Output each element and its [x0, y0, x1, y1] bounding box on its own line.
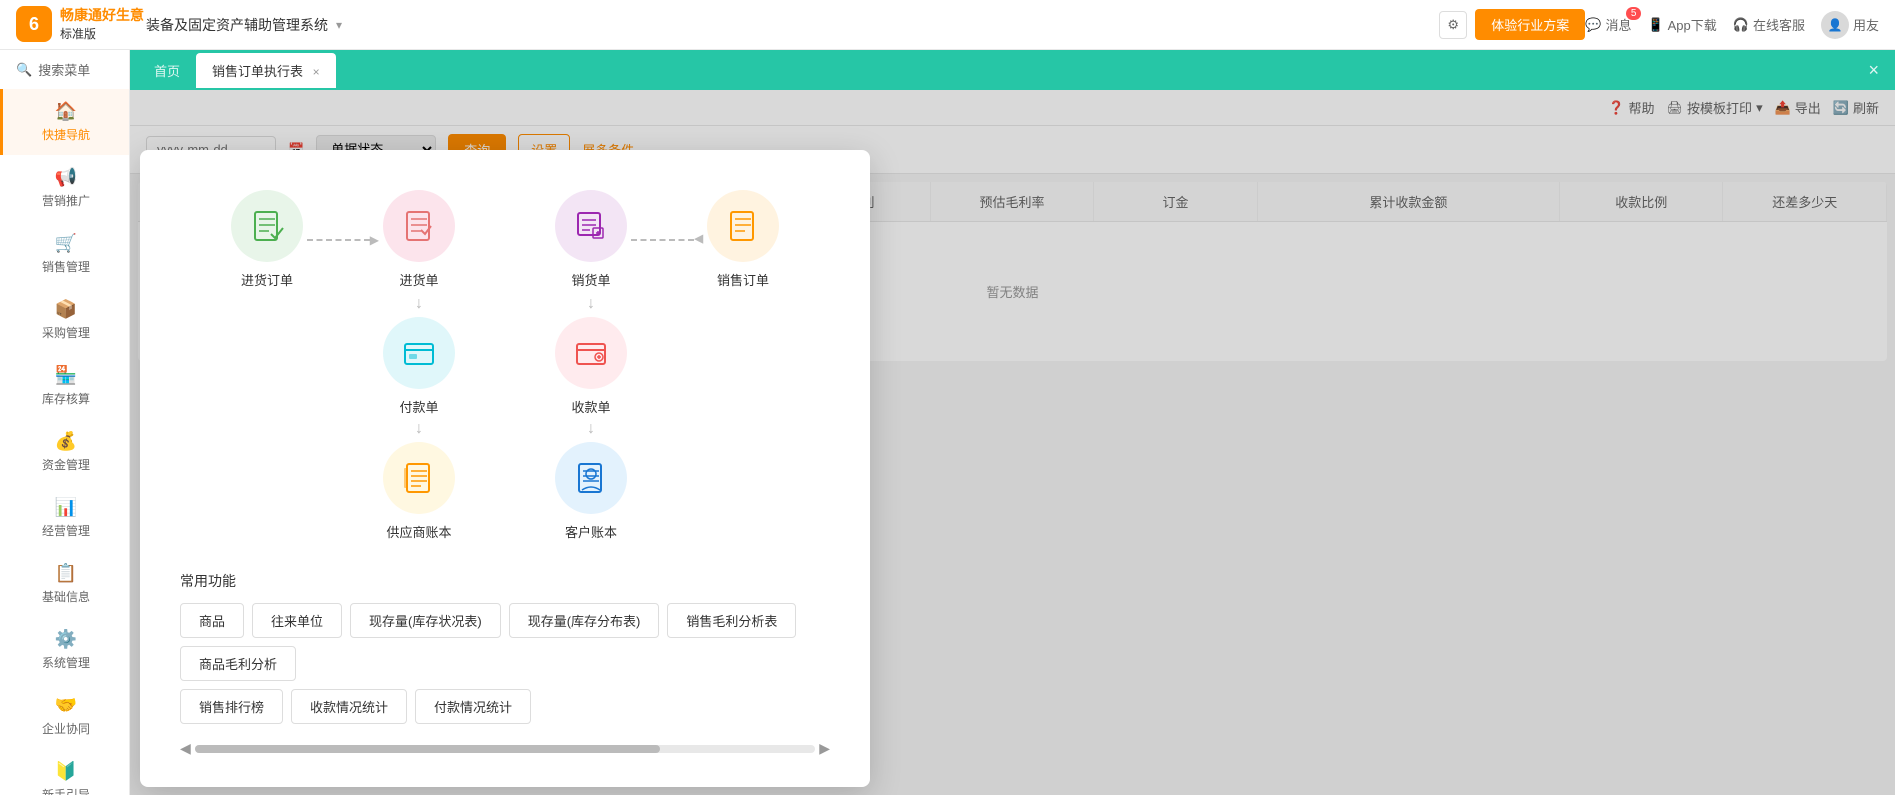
flow-node-payment[interactable]: 付款单 — [383, 317, 455, 416]
logo-icon: 6 — [16, 6, 52, 42]
func-btn-product-profit[interactable]: 商品毛利分析 — [180, 646, 296, 681]
supplier-ledger-icon — [383, 442, 455, 514]
common-functions: 常用功能 商品 往来单位 现存量(库存状况表) 现存量(库存分布表) 销售毛利分… — [180, 571, 830, 724]
flow-node-receipt[interactable]: 收款单 — [555, 317, 627, 416]
app-download-button[interactable]: 📱 App下载 — [1647, 15, 1716, 34]
func-btn-receipt-stats[interactable]: 收款情况统计 — [291, 689, 407, 724]
message-button[interactable]: 💬 消息 5 — [1585, 15, 1631, 34]
finance-icon: 💰 — [55, 431, 77, 452]
func-btn-partner[interactable]: 往来单位 — [252, 603, 342, 638]
sidebar-item-enterprise[interactable]: 🤝 企业协同 — [0, 683, 129, 749]
tab-bar: 首页 销售订单执行表 × × — [130, 50, 1895, 90]
sidebar-item-marketing[interactable]: 📢 营销推广 — [0, 155, 129, 221]
user-menu[interactable]: 👤 用友 — [1821, 11, 1879, 39]
arrow-purchase-order-to-purchase: ▶ — [303, 233, 383, 247]
marketing-icon: 📢 — [55, 167, 77, 188]
tab-close-icon[interactable]: × — [313, 65, 320, 79]
trial-button[interactable]: 体验行业方案 — [1475, 9, 1585, 40]
modal-box: 进货订单 ▶ — [140, 150, 870, 787]
arrow-sales-order-to-sales: ▶ — [627, 233, 707, 247]
sales-order-icon — [707, 190, 779, 262]
sidebar-item-inventory[interactable]: 🏪 库存核算 — [0, 353, 129, 419]
gear-button[interactable]: ⚙ — [1439, 11, 1467, 39]
modal-scrollbar-area: ◀ ▶ — [180, 740, 830, 757]
sidebar-item-purchase[interactable]: 📦 采购管理 — [0, 287, 129, 353]
main-layout: 🔍 搜索菜单 🏠 快捷导航 📢 营销推广 🛒 销售管理 📦 采购管理 🏪 — [0, 50, 1895, 795]
arrow-sales-down: ↓ — [555, 295, 627, 313]
func-btn-stock-status[interactable]: 现存量(库存状况表) — [350, 603, 501, 638]
service-icon: 🎧 — [1733, 17, 1749, 33]
avatar: 👤 — [1821, 11, 1849, 39]
inventory-icon: 🏪 — [55, 365, 77, 386]
close-all-tabs-button[interactable]: × — [1860, 60, 1887, 81]
flow-node-sales-order[interactable]: 销售订单 — [707, 190, 779, 289]
flow-diagram: 进货订单 ▶ — [180, 180, 830, 561]
sidebar-item-sales[interactable]: 🛒 销售管理 — [0, 221, 129, 287]
flow-node-purchase[interactable]: 进货单 — [383, 190, 455, 289]
basic-info-icon: 📋 — [55, 563, 77, 584]
payment-icon — [383, 317, 455, 389]
func-btn-stock-dist[interactable]: 现存量(库存分布表) — [509, 603, 660, 638]
sidebar-item-quick-nav[interactable]: 🏠 快捷导航 — [0, 89, 129, 155]
sidebar-item-finance[interactable]: 💰 资金管理 — [0, 419, 129, 485]
flow-node-sales[interactable]: 销货单 — [555, 190, 627, 289]
search-menu-button[interactable]: 🔍 搜索菜单 — [0, 50, 129, 89]
func-btn-sales-rank[interactable]: 销售排行榜 — [180, 689, 283, 724]
message-icon: 💬 — [1585, 17, 1601, 33]
system-icon: ⚙️ — [55, 629, 77, 650]
func-btn-payment-stats[interactable]: 付款情况统计 — [415, 689, 531, 724]
logo-area: 6 畅康通好生意 标准版 — [16, 6, 146, 42]
enterprise-icon: 🤝 — [55, 695, 77, 716]
sidebar-item-guide[interactable]: 🔰 新手引导 — [0, 749, 129, 795]
scroll-right-btn[interactable]: ▶ — [819, 740, 830, 757]
tab-home[interactable]: 首页 — [138, 53, 196, 88]
scrollbar-thumb[interactable] — [195, 745, 660, 753]
operations-icon: 📊 — [55, 497, 77, 518]
modal-overlay[interactable]: 进货订单 ▶ — [130, 90, 1895, 795]
arrow-payment-down: ↓ — [383, 420, 455, 438]
top-actions: 💬 消息 5 📱 App下载 🎧 在线客服 👤 用友 — [1585, 11, 1879, 39]
search-icon: 🔍 — [16, 62, 32, 78]
system-title: 装备及固定资产辅助管理系统 ▾ — [146, 15, 1439, 35]
arrow-receipt-down: ↓ — [555, 420, 627, 438]
top-bar: 6 畅康通好生意 标准版 装备及固定资产辅助管理系统 ▾ ⚙ 体验行业方案 💬 … — [0, 0, 1895, 50]
page-content: ❓ 帮助 🖨 按模板打印 ▾ 📤 导出 🔄 刷新 — [130, 90, 1895, 795]
func-btn-product[interactable]: 商品 — [180, 603, 244, 638]
arrow-purchase-down: ↓ — [383, 295, 455, 313]
flow-node-supplier-ledger[interactable]: 供应商账本 — [383, 442, 455, 541]
dropdown-arrow-icon[interactable]: ▾ — [336, 18, 342, 32]
sales-icon: 🛒 — [55, 233, 77, 254]
receipt-icon — [555, 317, 627, 389]
purchase-icon — [383, 190, 455, 262]
sales-icon — [555, 190, 627, 262]
common-funcs-title: 常用功能 — [180, 571, 830, 591]
message-badge: 5 — [1626, 7, 1642, 20]
func-buttons-row2: 销售排行榜 收款情况统计 付款情况统计 — [180, 689, 830, 724]
logo-text: 畅康通好生意 标准版 — [60, 6, 144, 42]
guide-icon: 🔰 — [55, 761, 77, 782]
sidebar: 🔍 搜索菜单 🏠 快捷导航 📢 营销推广 🛒 销售管理 📦 采购管理 🏪 — [0, 50, 130, 795]
online-service-button[interactable]: 🎧 在线客服 — [1733, 15, 1805, 34]
sidebar-item-operations[interactable]: 📊 经营管理 — [0, 485, 129, 551]
sidebar-item-basic-info[interactable]: 📋 基础信息 — [0, 551, 129, 617]
purchase-order-icon — [231, 190, 303, 262]
func-buttons-row1: 商品 往来单位 现存量(库存状况表) 现存量(库存分布表) 销售毛利分析表 商品… — [180, 603, 830, 681]
sidebar-item-system[interactable]: ⚙️ 系统管理 — [0, 617, 129, 683]
scroll-left-btn[interactable]: ◀ — [180, 740, 191, 757]
tab-sales-order[interactable]: 销售订单执行表 × — [196, 53, 336, 88]
customer-ledger-icon — [555, 442, 627, 514]
home-icon: 🏠 — [55, 101, 77, 122]
download-icon: 📱 — [1647, 17, 1663, 33]
purchase-icon: 📦 — [55, 299, 77, 320]
flow-node-customer-ledger[interactable]: 客户账本 — [555, 442, 627, 541]
func-btn-sales-profit[interactable]: 销售毛利分析表 — [667, 603, 796, 638]
flow-node-purchase-order[interactable]: 进货订单 — [231, 190, 303, 289]
content-area: 首页 销售订单执行表 × × ❓ 帮助 — [130, 50, 1895, 795]
